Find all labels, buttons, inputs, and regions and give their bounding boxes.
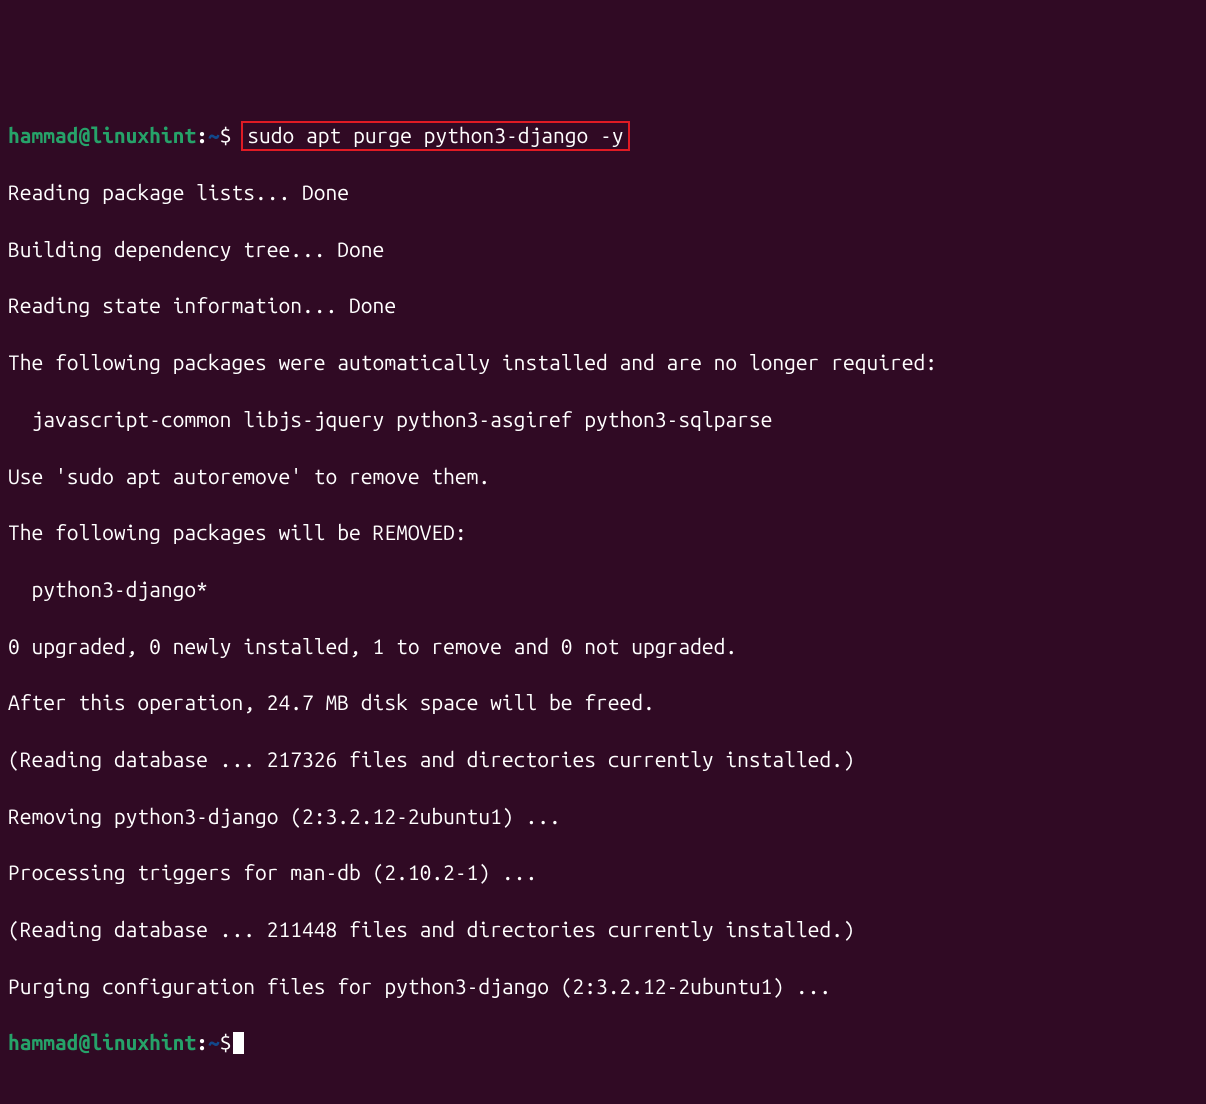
- prompt-dollar: $: [220, 1030, 232, 1054]
- output-line: (Reading database ... 217326 files and d…: [8, 745, 1198, 773]
- cursor[interactable]: [233, 1032, 244, 1054]
- prompt-host: linuxhint: [90, 1030, 196, 1054]
- prompt-dollar: $: [220, 123, 232, 147]
- output-line: Removing python3-django (2:3.2.12-2ubunt…: [8, 802, 1198, 830]
- prompt-user: hammad: [8, 123, 79, 147]
- entered-command[interactable]: sudo apt purge python3-django -y: [241, 121, 629, 151]
- prompt-line-1: hammad@linuxhint:~$ sudo apt purge pytho…: [8, 121, 1198, 149]
- output-line: Processing triggers for man-db (2.10.2-1…: [8, 858, 1198, 886]
- output-line: Use 'sudo apt autoremove' to remove them…: [8, 462, 1198, 490]
- prompt-host: linuxhint: [90, 123, 196, 147]
- prompt-colon: :: [196, 123, 208, 147]
- prompt-line-2: hammad@linuxhint:~$: [8, 1028, 1198, 1056]
- output-line: Purging configuration files for python3-…: [8, 972, 1198, 1000]
- prompt-user: hammad: [8, 1030, 79, 1054]
- output-line: Building dependency tree... Done: [8, 235, 1198, 263]
- output-line: 0 upgraded, 0 newly installed, 1 to remo…: [8, 632, 1198, 660]
- output-line: (Reading database ... 211448 files and d…: [8, 915, 1198, 943]
- output-line: The following packages were automaticall…: [8, 348, 1198, 376]
- prompt-at: @: [79, 1030, 91, 1054]
- output-line: python3-django*: [8, 575, 1198, 603]
- prompt-at: @: [79, 123, 91, 147]
- output-line: javascript-common libjs-jquery python3-a…: [8, 405, 1198, 433]
- prompt-path: ~: [208, 1030, 220, 1054]
- output-line: The following packages will be REMOVED:: [8, 518, 1198, 546]
- prompt-colon: :: [196, 1030, 208, 1054]
- output-line: After this operation, 24.7 MB disk space…: [8, 688, 1198, 716]
- output-line: Reading package lists... Done: [8, 178, 1198, 206]
- output-line: Reading state information... Done: [8, 291, 1198, 319]
- prompt-path: ~: [208, 123, 220, 147]
